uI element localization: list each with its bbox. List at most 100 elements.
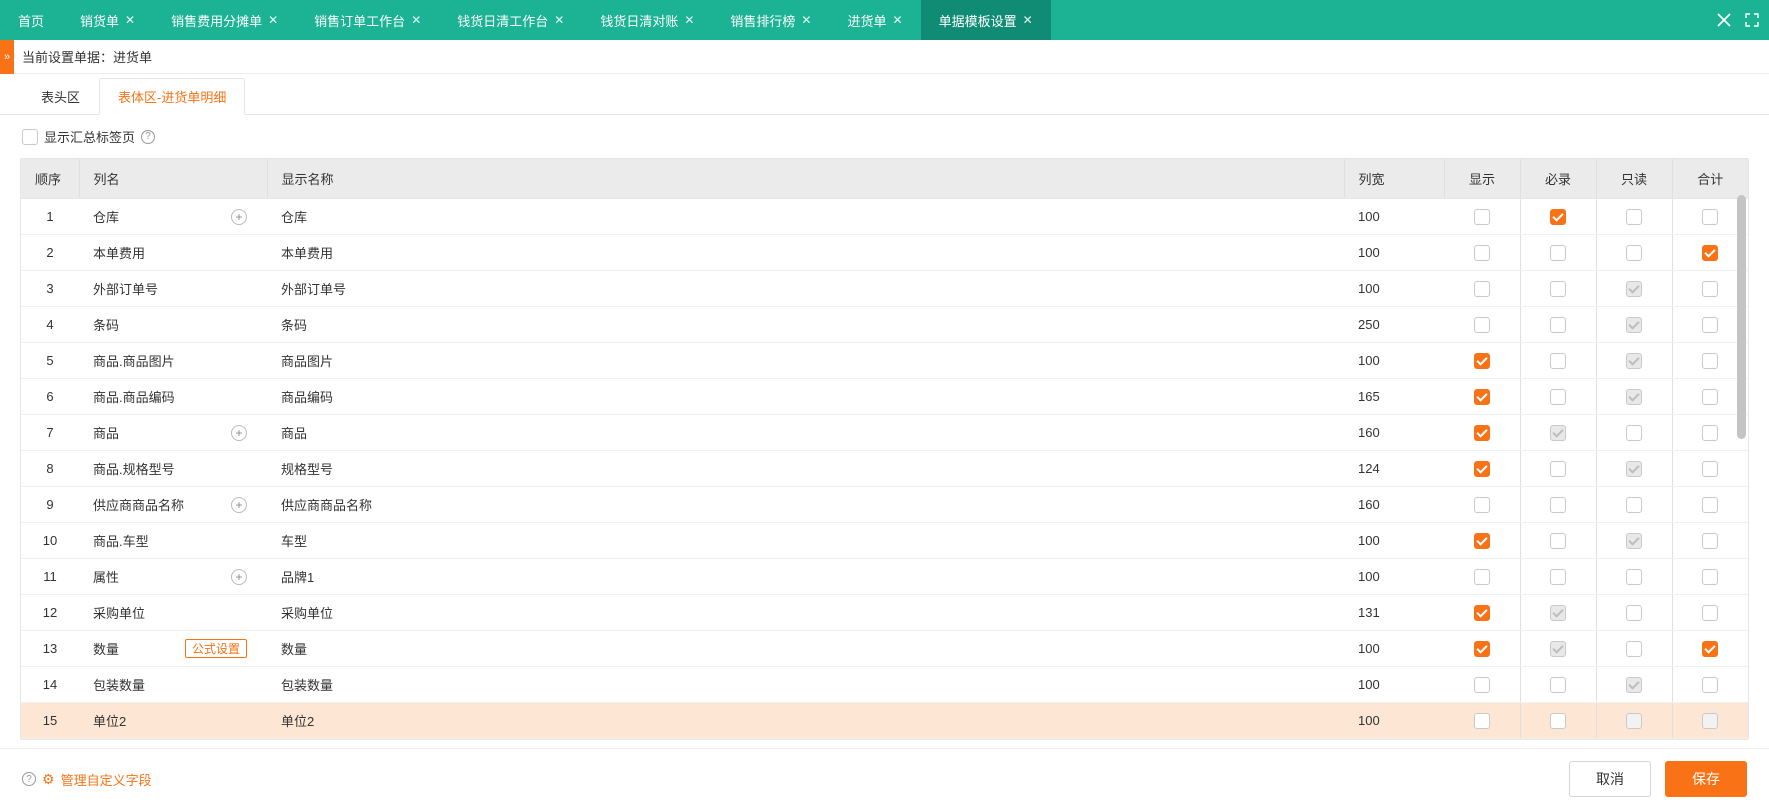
cell-width[interactable]: 100 bbox=[1344, 559, 1444, 595]
cell-display[interactable]: 包装数量 bbox=[267, 667, 1344, 703]
required-checkbox[interactable] bbox=[1550, 389, 1566, 405]
sub-tab[interactable]: 表体区-进货单明细 bbox=[99, 78, 245, 115]
top-tab[interactable]: 销售订单工作台✕ bbox=[296, 0, 439, 40]
add-icon[interactable]: + bbox=[231, 497, 247, 513]
readonly-checkbox[interactable] bbox=[1626, 425, 1642, 441]
show-checkbox[interactable] bbox=[1474, 317, 1490, 333]
sum-checkbox[interactable] bbox=[1702, 353, 1718, 369]
readonly-checkbox[interactable] bbox=[1626, 605, 1642, 621]
show-checkbox[interactable] bbox=[1474, 677, 1490, 693]
close-icon[interactable]: ✕ bbox=[554, 13, 564, 27]
sum-checkbox[interactable] bbox=[1702, 641, 1718, 657]
table-row[interactable]: 12采购单位采购单位131 bbox=[21, 595, 1748, 631]
manage-custom-fields-link[interactable]: 管理自定义字段 bbox=[61, 770, 152, 789]
cell-display[interactable]: 仓库 bbox=[267, 199, 1344, 235]
sum-checkbox[interactable] bbox=[1702, 461, 1718, 477]
show-checkbox[interactable] bbox=[1474, 605, 1490, 621]
close-icon[interactable]: ✕ bbox=[801, 13, 811, 27]
sub-tab[interactable]: 表头区 bbox=[22, 78, 99, 114]
required-checkbox[interactable] bbox=[1550, 353, 1566, 369]
cell-width[interactable]: 100 bbox=[1344, 271, 1444, 307]
required-checkbox[interactable] bbox=[1550, 713, 1566, 729]
cell-display[interactable]: 本单费用 bbox=[267, 235, 1344, 271]
cell-width[interactable]: 165 bbox=[1344, 379, 1444, 415]
show-checkbox[interactable] bbox=[1474, 245, 1490, 261]
required-checkbox[interactable] bbox=[1550, 461, 1566, 477]
show-checkbox[interactable] bbox=[1474, 353, 1490, 369]
sum-checkbox[interactable] bbox=[1702, 209, 1718, 225]
cell-width[interactable]: 160 bbox=[1344, 487, 1444, 523]
show-checkbox[interactable] bbox=[1474, 425, 1490, 441]
readonly-checkbox[interactable] bbox=[1626, 569, 1642, 585]
expand-handle-icon[interactable]: » bbox=[0, 40, 14, 74]
sum-checkbox[interactable] bbox=[1702, 497, 1718, 513]
cell-width[interactable]: 124 bbox=[1344, 451, 1444, 487]
sum-checkbox[interactable] bbox=[1702, 605, 1718, 621]
summary-checkbox[interactable] bbox=[22, 129, 38, 145]
cell-display[interactable]: 条码 bbox=[267, 307, 1344, 343]
cell-width[interactable]: 100 bbox=[1344, 235, 1444, 271]
save-button[interactable]: 保存 bbox=[1665, 761, 1747, 797]
show-checkbox[interactable] bbox=[1474, 461, 1490, 477]
required-checkbox[interactable] bbox=[1550, 677, 1566, 693]
close-icon[interactable]: ✕ bbox=[1023, 13, 1033, 27]
table-row[interactable]: 5商品.商品图片商品图片100 bbox=[21, 343, 1748, 379]
cell-display[interactable]: 单位2 bbox=[267, 703, 1344, 739]
cell-display[interactable]: 车型 bbox=[267, 523, 1344, 559]
sum-checkbox[interactable] bbox=[1702, 245, 1718, 261]
cell-display[interactable]: 商品 bbox=[267, 415, 1344, 451]
top-tab[interactable]: 销售排行榜✕ bbox=[712, 0, 829, 40]
readonly-checkbox[interactable] bbox=[1626, 497, 1642, 513]
table-row[interactable]: 7商品+商品160 bbox=[21, 415, 1748, 451]
cell-width[interactable]: 100 bbox=[1344, 523, 1444, 559]
table-row[interactable]: 8商品.规格型号规格型号124 bbox=[21, 451, 1748, 487]
table-row[interactable]: 11属性+品牌1100 bbox=[21, 559, 1748, 595]
top-tab[interactable]: 钱货日清对账✕ bbox=[582, 0, 712, 40]
cell-display[interactable]: 供应商商品名称 bbox=[267, 487, 1344, 523]
table-row[interactable]: 3外部订单号外部订单号100 bbox=[21, 271, 1748, 307]
close-icon[interactable]: ✕ bbox=[893, 13, 903, 27]
show-checkbox[interactable] bbox=[1474, 281, 1490, 297]
table-row[interactable]: 15单位2单位2100 bbox=[21, 703, 1748, 739]
required-checkbox[interactable] bbox=[1550, 569, 1566, 585]
cell-width[interactable]: 100 bbox=[1344, 703, 1444, 739]
table-row[interactable]: 4条码条码250 bbox=[21, 307, 1748, 343]
cancel-button[interactable]: 取消 bbox=[1569, 761, 1651, 797]
show-checkbox[interactable] bbox=[1474, 209, 1490, 225]
close-all-icon[interactable] bbox=[1717, 13, 1731, 27]
readonly-checkbox[interactable] bbox=[1626, 245, 1642, 261]
cell-width[interactable]: 131 bbox=[1344, 595, 1444, 631]
scrollbar-track[interactable] bbox=[1737, 195, 1746, 737]
cell-width[interactable]: 100 bbox=[1344, 343, 1444, 379]
cell-display[interactable]: 商品编码 bbox=[267, 379, 1344, 415]
sum-checkbox[interactable] bbox=[1702, 533, 1718, 549]
table-row[interactable]: 1仓库+仓库100 bbox=[21, 199, 1748, 235]
required-checkbox[interactable] bbox=[1550, 317, 1566, 333]
show-checkbox[interactable] bbox=[1474, 533, 1490, 549]
close-icon[interactable]: ✕ bbox=[411, 13, 421, 27]
cell-width[interactable]: 100 bbox=[1344, 199, 1444, 235]
help-icon[interactable]: ? bbox=[141, 130, 155, 144]
readonly-checkbox[interactable] bbox=[1626, 641, 1642, 657]
cell-display[interactable]: 商品图片 bbox=[267, 343, 1344, 379]
sum-checkbox[interactable] bbox=[1702, 569, 1718, 585]
show-checkbox[interactable] bbox=[1474, 497, 1490, 513]
table-row[interactable]: 14包装数量包装数量100 bbox=[21, 667, 1748, 703]
top-tab[interactable]: 进货单✕ bbox=[829, 0, 920, 40]
sum-checkbox[interactable] bbox=[1702, 389, 1718, 405]
scrollbar-thumb[interactable] bbox=[1737, 195, 1746, 439]
required-checkbox[interactable] bbox=[1550, 245, 1566, 261]
top-tab[interactable]: 钱货日清工作台✕ bbox=[439, 0, 582, 40]
top-tab[interactable]: 首页 bbox=[0, 0, 62, 40]
readonly-checkbox[interactable] bbox=[1626, 209, 1642, 225]
table-row[interactable]: 10商品.车型车型100 bbox=[21, 523, 1748, 559]
add-icon[interactable]: + bbox=[231, 425, 247, 441]
sum-checkbox[interactable] bbox=[1702, 281, 1718, 297]
table-row[interactable]: 2本单费用本单费用100 bbox=[21, 235, 1748, 271]
close-icon[interactable]: ✕ bbox=[268, 13, 278, 27]
show-checkbox[interactable] bbox=[1474, 389, 1490, 405]
help-icon[interactable]: ? bbox=[22, 772, 36, 786]
top-tab[interactable]: 销售费用分摊单✕ bbox=[153, 0, 296, 40]
cell-width[interactable]: 160 bbox=[1344, 415, 1444, 451]
cell-display[interactable]: 外部订单号 bbox=[267, 271, 1344, 307]
